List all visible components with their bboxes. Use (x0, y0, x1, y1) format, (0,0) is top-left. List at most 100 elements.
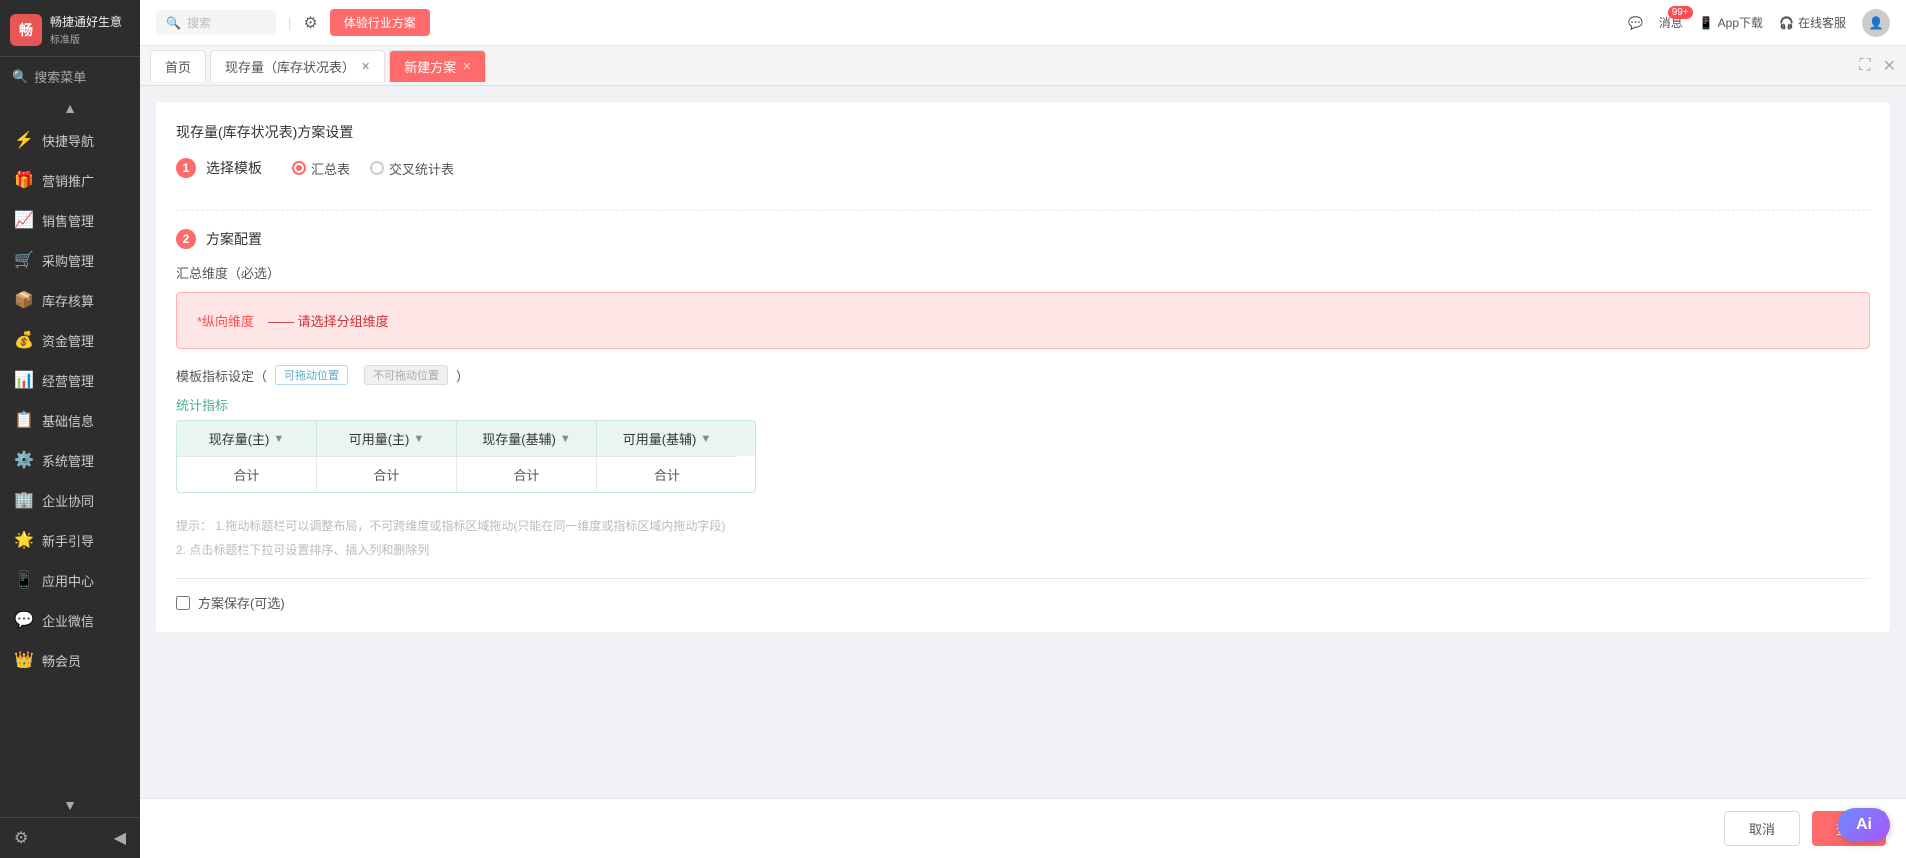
step2-label: 方案配置 (206, 229, 262, 249)
step2-num: 2 (176, 229, 196, 249)
sidebar-item-basic-info[interactable]: 📋 基础信息 (0, 400, 140, 440)
col-1-chevron: ▼ (413, 433, 424, 445)
dimension-label: 汇总维度（必选） (176, 263, 1870, 282)
col-3-chevron: ▼ (700, 433, 711, 445)
guide-icon: 🌟 (14, 530, 34, 550)
sidebar-item-member[interactable]: 👑 畅会员 (0, 640, 140, 680)
tab-inventory-status-close[interactable]: ✕ (361, 60, 370, 73)
tip-0: 提示： 1.拖动标题栏可以调整布局，不可跨维度或指标区域拖动(只能在同一维度或指… (176, 514, 1870, 538)
sidebar-item-wechat[interactable]: 💬 企业微信 (0, 600, 140, 640)
radio-summary[interactable]: 汇总表 (292, 159, 350, 178)
tab-home[interactable]: 首页 (150, 50, 206, 82)
settings-icon[interactable]: ⚙ (14, 828, 28, 848)
dimension-box[interactable]: *纵向维度 —— 请选择分组维度 (176, 292, 1870, 349)
col-0-label: 现存量(主) (209, 429, 270, 448)
ai-badge[interactable]: Ai (1838, 808, 1890, 842)
app-center-icon: 📱 (14, 570, 34, 590)
indicator-badge-nodrag: 不可拖动位置 (364, 365, 448, 385)
col-1[interactable]: 可用量(主) ▼ (317, 421, 457, 456)
tab-new-plan-label: 新建方案 (404, 57, 456, 76)
inventory-icon: 📦 (14, 290, 34, 310)
user-avatar[interactable]: 👤 (1862, 9, 1890, 37)
dimension-placeholder: —— 请选择分组维度 (268, 311, 389, 330)
collapse-icon[interactable]: ◀ (114, 828, 126, 848)
sidebar-search[interactable]: 🔍 搜索菜单 (0, 57, 140, 96)
message-count: 99+ (1668, 6, 1693, 19)
tab-inventory-status-label: 现存量（库存状况表） (225, 57, 355, 76)
stats-header: 现存量(主) ▼ 可用量(主) ▼ 现存量(基辅) ▼ (177, 421, 755, 456)
stats-title: 统计指标 (176, 395, 1870, 414)
operations-icon: 📊 (14, 370, 34, 390)
member-icon: 👑 (14, 650, 34, 670)
footer-bar: 取消 查询 (140, 798, 1906, 858)
logo-icon: 畅 (10, 14, 42, 46)
tabbar: 首页 现存量（库存状况表） ✕ 新建方案 ✕ ⛶ ✕ (140, 46, 1906, 86)
radio-cross-dot (370, 161, 384, 175)
col-2[interactable]: 现存量(基辅) ▼ (457, 421, 597, 456)
sidebar-item-enterprise[interactable]: 🏢 企业协同 (0, 480, 140, 520)
sidebar-item-guide[interactable]: 🌟 新手引导 (0, 520, 140, 560)
cell-1-sub: 合计 (317, 456, 457, 492)
topbar-settings-icon[interactable]: ⚙ (303, 13, 317, 33)
close-panel-icon[interactable]: ✕ (1883, 56, 1896, 76)
radio-summary-dot (292, 161, 306, 175)
sidebar-scroll-up[interactable]: ▲ (59, 96, 81, 120)
online-service[interactable]: 🎧 在线客服 (1779, 14, 1846, 31)
template-radio-group: 汇总表 交叉统计表 (292, 159, 454, 178)
cancel-button[interactable]: 取消 (1724, 811, 1800, 846)
marketing-icon: 🎁 (14, 170, 34, 190)
sidebar-scroll-down[interactable]: ▼ (59, 793, 81, 817)
step1-num: 1 (176, 158, 196, 178)
finance-icon: 💰 (14, 330, 34, 350)
sidebar-item-inventory[interactable]: 📦 库存核算 (0, 280, 140, 320)
radio-cross[interactable]: 交叉统计表 (370, 159, 454, 178)
topbar-right: 💬 99+ 消息 📱 App下载 🎧 在线客服 👤 (1628, 9, 1890, 37)
tips: 提示： 1.拖动标题栏可以调整布局，不可跨维度或指标区域拖动(只能在同一维度或指… (176, 514, 1870, 562)
sidebar-item-app-center[interactable]: 📱 应用中心 (0, 560, 140, 600)
cell-3-sub: 合计 (597, 456, 737, 492)
col-2-chevron: ▼ (560, 433, 571, 445)
app-download[interactable]: 📱 App下载 (1699, 14, 1763, 31)
message-icon: 💬 (1628, 16, 1643, 30)
sales-icon: 📈 (14, 210, 34, 230)
topbar-search[interactable]: 🔍 搜索 (156, 10, 276, 35)
col-1-label: 可用量(主) (349, 429, 410, 448)
search-icon: 🔍 (12, 69, 28, 85)
indicator-badge-drag: 可拖动位置 (275, 365, 348, 385)
sidebar-item-marketing[interactable]: 🎁 营销推广 (0, 160, 140, 200)
step1-section: 1 选择模板 汇总表 交叉统计表 (176, 158, 1870, 211)
sidebar-item-sales[interactable]: 📈 销售管理 (0, 200, 140, 240)
purchase-icon: 🛒 (14, 250, 34, 270)
col-3[interactable]: 可用量(基辅) ▼ (597, 421, 737, 456)
topbar-search-icon: 🔍 (166, 16, 181, 30)
sidebar-item-system[interactable]: ⚙️ 系统管理 (0, 440, 140, 480)
col-0[interactable]: 现存量(主) ▼ (177, 421, 317, 456)
indicator-settings: 模板指标设定（ 可拖动位置 不可拖动位置 ） 统计指标 现存量(主) ▼ (176, 365, 1870, 496)
tab-inventory-status[interactable]: 现存量（库存状况表） ✕ (210, 50, 385, 82)
sidebar-item-quick-nav[interactable]: ⚡ 快捷导航 (0, 120, 140, 160)
stats-row-0: 合计 合计 合计 合计 (177, 456, 755, 492)
headset-icon: 🎧 (1779, 16, 1794, 30)
sidebar-item-purchase[interactable]: 🛒 采购管理 (0, 240, 140, 280)
step2-header: 2 方案配置 (176, 229, 1870, 249)
tab-new-plan-close[interactable]: ✕ (462, 60, 471, 73)
industry-btn[interactable]: 体验行业方案 (330, 9, 430, 36)
sidebar: 畅 畅捷通好生意 标准版 🔍 搜索菜单 ▲ ⚡ 快捷导航 🎁 营销推广 📈 销售… (0, 0, 140, 858)
step1-label: 选择模板 (206, 158, 262, 178)
topbar: 🔍 搜索 | ⚙ 体验行业方案 💬 99+ 消息 📱 App下载 🎧 在线客服 … (140, 0, 1906, 46)
phone-icon: 📱 (1699, 16, 1714, 30)
sidebar-item-finance[interactable]: 💰 资金管理 (0, 320, 140, 360)
save-checkbox[interactable] (176, 596, 190, 610)
message-badge[interactable]: 💬 99+ 消息 (1628, 14, 1682, 31)
settings-panel: 现存量(库存状况表)方案设置 1 选择模板 汇总表 交叉统计表 (156, 102, 1890, 632)
expand-panel-icon[interactable]: ⛶ (1859, 57, 1870, 75)
main: 🔍 搜索 | ⚙ 体验行业方案 💬 99+ 消息 📱 App下载 🎧 在线客服 … (140, 0, 1906, 858)
wechat-icon: 💬 (14, 610, 34, 630)
save-label: 方案保存(可选) (198, 593, 285, 612)
tab-new-plan[interactable]: 新建方案 ✕ (389, 50, 486, 82)
logo-badge: 标准版 (50, 31, 122, 46)
save-row: 方案保存(可选) (176, 578, 1870, 612)
basic-info-icon: 📋 (14, 410, 34, 430)
system-icon: ⚙️ (14, 450, 34, 470)
sidebar-item-operations[interactable]: 📊 经营管理 (0, 360, 140, 400)
